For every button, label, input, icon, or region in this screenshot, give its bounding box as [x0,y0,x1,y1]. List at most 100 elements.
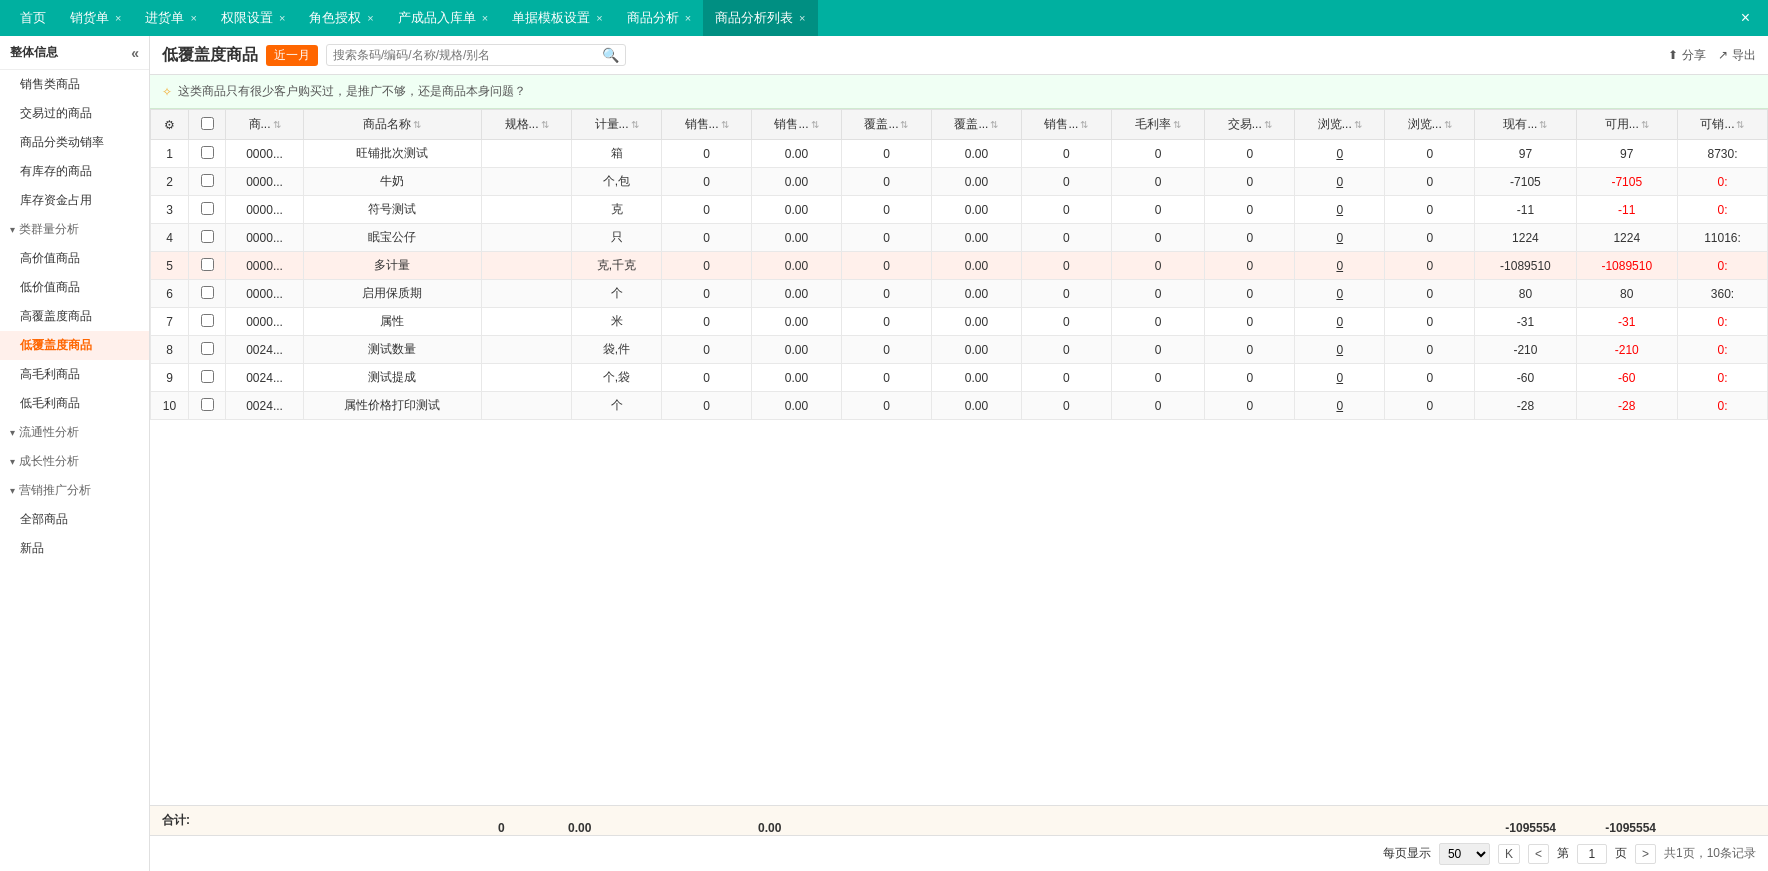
row-browse1[interactable]: 0 [1295,308,1385,336]
row-sales3: 0 [1021,280,1111,308]
row-spec [482,140,572,168]
row-saleable: 360: [1677,280,1767,308]
sidebar-section-成长性分析[interactable]: ▾成长性分析 [0,447,149,476]
row-checkbox-input[interactable] [201,146,214,159]
row-saleable: 0: [1677,168,1767,196]
export-button[interactable]: ↗ 导出 [1718,47,1756,64]
sidebar-item-全部商品[interactable]: 全部商品 [0,505,149,534]
row-checkbox-input[interactable] [201,286,214,299]
row-sales2: 0.00 [752,364,842,392]
table-row: 30000...符号测试克00.0000.0000000-11-110: [151,196,1768,224]
row-sales1: 0 [662,308,752,336]
sidebar-item-低毛利商品[interactable]: 低毛利商品 [0,389,149,418]
first-page-button[interactable]: K [1498,844,1520,864]
select-all-checkbox[interactable] [201,117,214,130]
row-gross-rate: 0 [1111,336,1204,364]
footer-current-total: -1095554 [1505,821,1556,835]
row-checkbox-input[interactable] [201,230,214,243]
row-browse1[interactable]: 0 [1295,168,1385,196]
row-browse1[interactable]: 0 [1295,336,1385,364]
row-browse1[interactable]: 0 [1295,140,1385,168]
row-current: -7105 [1475,168,1576,196]
nav-item-产成品入库单[interactable]: 产成品入库单× [386,0,500,36]
nav-item-商品分析列表[interactable]: 商品分析列表× [703,0,817,36]
nav-close-icon[interactable]: × [685,12,691,24]
nav-close-icon[interactable]: × [482,12,488,24]
row-cover1: 0 [841,364,931,392]
table-header-0[interactable]: ⚙ [151,110,189,140]
nav-close-icon[interactable]: × [367,12,373,24]
row-browse1[interactable]: 0 [1295,252,1385,280]
row-checkbox-input[interactable] [201,398,214,411]
table-header-3: 商品名称⇅ [303,110,481,140]
row-num: 1 [151,140,189,168]
table-header-9: 覆盖...⇅ [931,110,1021,140]
nav-close-icon[interactable]: × [115,12,121,24]
nav-item-进货单[interactable]: 进货单× [133,0,208,36]
sidebar-item-新品[interactable]: 新品 [0,534,149,563]
row-trans: 0 [1205,280,1295,308]
row-checkbox [188,280,225,308]
row-cover2: 0.00 [931,336,1021,364]
row-checkbox-input[interactable] [201,174,214,187]
search-box: 🔍 [326,44,626,66]
sidebar-item-商品分类动销率[interactable]: 商品分类动销率 [0,128,149,157]
row-browse1[interactable]: 0 [1295,392,1385,420]
row-browse1[interactable]: 0 [1295,196,1385,224]
share-label: 分享 [1682,47,1706,64]
sort-icon: ⇅ [990,119,998,130]
per-page-select[interactable]: 50 100 200 [1439,843,1490,865]
sidebar-item-有库存的商品[interactable]: 有库存的商品 [0,157,149,186]
nav-close-icon[interactable]: × [596,12,602,24]
row-checkbox-input[interactable] [201,202,214,215]
row-checkbox-input[interactable] [201,370,214,383]
settings-icon[interactable]: ⚙ [164,118,175,132]
sidebar-section-类群量分析[interactable]: ▾类群量分析 [0,215,149,244]
sidebar-item-销售类商品[interactable]: 销售类商品 [0,70,149,99]
next-page-button[interactable]: > [1635,844,1656,864]
sidebar-section-营销推广分析[interactable]: ▾营销推广分析 [0,476,149,505]
table-row: 80024...测试数量袋,件00.0000.0000000-210-2100: [151,336,1768,364]
window-close-button[interactable]: × [1731,0,1760,36]
row-name: 测试数量 [303,336,481,364]
search-input[interactable] [333,48,602,62]
nav-item-销货单[interactable]: 销货单× [58,0,133,36]
share-button[interactable]: ⬆ 分享 [1668,47,1706,64]
sidebar-section-流通性分析[interactable]: ▾流通性分析 [0,418,149,447]
sidebar-item-库存资金占用[interactable]: 库存资金占用 [0,186,149,215]
nav-close-icon[interactable]: × [190,12,196,24]
nav-item-角色授权[interactable]: 角色授权× [297,0,385,36]
sidebar-item-交易过的商品[interactable]: 交易过的商品 [0,99,149,128]
sidebar-item-高毛利商品[interactable]: 高毛利商品 [0,360,149,389]
share-icon: ⬆ [1668,48,1678,62]
prev-page-button[interactable]: < [1528,844,1549,864]
nav-item-商品分析[interactable]: 商品分析× [615,0,703,36]
row-checkbox-input[interactable] [201,314,214,327]
row-num: 7 [151,308,189,336]
sort-icon: ⇅ [413,119,421,130]
row-usable: -60 [1576,364,1677,392]
nav-item-权限设置[interactable]: 权限设置× [209,0,297,36]
row-browse1[interactable]: 0 [1295,364,1385,392]
sidebar-item-低覆盖度商品[interactable]: 低覆盖度商品 [0,331,149,360]
row-checkbox-input[interactable] [201,342,214,355]
row-code: 0024... [226,364,304,392]
nav-close-icon[interactable]: × [279,12,285,24]
nav-item-单据模板设置[interactable]: 单据模板设置× [500,0,614,36]
page-number-input[interactable]: 1 [1577,844,1607,864]
sidebar-title: 整体信息 [10,44,58,61]
row-browse2: 0 [1385,196,1475,224]
sidebar-item-高覆盖度商品[interactable]: 高覆盖度商品 [0,302,149,331]
period-button[interactable]: 近一月 [266,45,318,66]
table-header-4: 规格...⇅ [482,110,572,140]
row-browse1[interactable]: 0 [1295,280,1385,308]
sidebar-collapse-button[interactable]: « [131,45,139,61]
nav-item-首页[interactable]: 首页 [8,0,58,36]
sidebar-item-低价值商品[interactable]: 低价值商品 [0,273,149,302]
nav-close-icon[interactable]: × [799,12,805,24]
sidebar-item-高价值商品[interactable]: 高价值商品 [0,244,149,273]
table-row: 50000...多计量克,千克00.0000.0000000-1089510-1… [151,252,1768,280]
row-checkbox-input[interactable] [201,258,214,271]
row-browse2: 0 [1385,280,1475,308]
row-browse1[interactable]: 0 [1295,224,1385,252]
